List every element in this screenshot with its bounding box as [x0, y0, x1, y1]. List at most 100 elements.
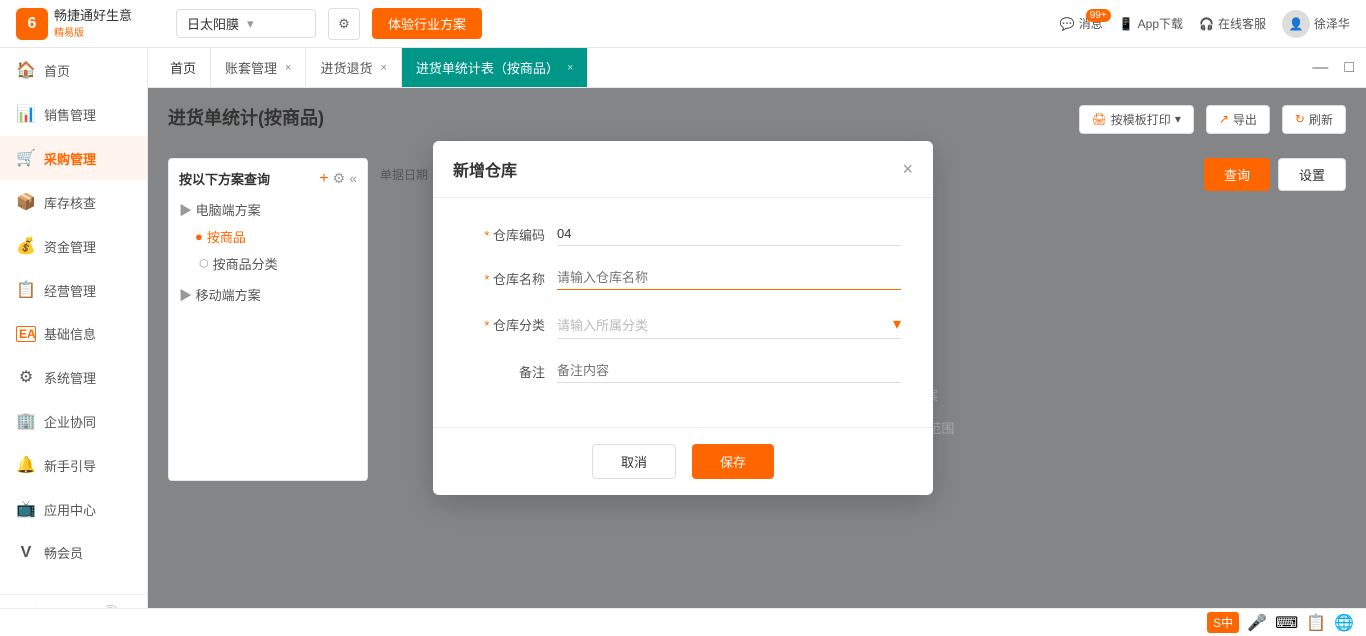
sidebar-label-finance: 资金管理 [44, 237, 96, 256]
app-download-button[interactable]: 📱 App下载 [1119, 15, 1183, 32]
sidebar-item-apps[interactable]: 📺 应用中心 [0, 487, 147, 531]
sidebar-item-basic[interactable]: EA 基础信息 [0, 312, 147, 355]
sidebar: 🏠 首页 📊 销售管理 🛒 采购管理 📦 库存核查 💰 资金管理 [0, 48, 148, 636]
bottom-mic-icon[interactable]: 🎤 [1247, 613, 1267, 633]
export-icon: ↗ [1219, 112, 1229, 126]
by-product-cat-label: 按商品分类 [213, 254, 278, 273]
solution-settings-btn[interactable]: ⚙ [333, 170, 346, 188]
store-name: 日太阳膜 [187, 14, 239, 33]
sidebar-label-sales: 销售管理 [44, 105, 96, 124]
refresh-button[interactable]: ↻ 刷新 [1282, 105, 1346, 134]
tree-child-group: ● 按商品 ⬡ 按商品分类 [179, 223, 357, 277]
user-name: 徐泽华 [1314, 15, 1350, 32]
sidebar-label-purchase: 采购管理 [44, 149, 96, 168]
cancel-button[interactable]: 取消 [592, 444, 676, 479]
tab-accounts[interactable]: 账套管理 × [211, 48, 306, 87]
sidebar-item-operation[interactable]: 📋 经营管理 [0, 268, 147, 312]
add-warehouse-modal: 新增仓库 × 仓库编码 仓库名称 仓库分类 请输入所属分类 ▾ [433, 141, 933, 495]
settings-query-button[interactable]: 设置 [1278, 158, 1346, 191]
add-solution-btn[interactable]: + [319, 170, 328, 188]
page-toolbar: 🖨 按模板打印 ▾ ↗ 导出 ↻ 刷新 [1079, 105, 1346, 134]
tab-purchase-return-close[interactable]: × [380, 62, 386, 74]
tree-mobile-arrow: ▶ [179, 288, 192, 303]
settings-button[interactable]: ⚙ [328, 8, 360, 40]
tree-pc-solutions: ▶ 电脑端方案 [179, 196, 357, 223]
sidebar-item-home[interactable]: 🏠 首页 [0, 48, 147, 92]
tab-accounts-close[interactable]: × [285, 62, 291, 74]
print-label: 按模板打印 [1111, 111, 1171, 128]
tab-minimize-btn[interactable]: — [1308, 55, 1332, 81]
bottom-keyboard-icon[interactable]: ⌨ [1275, 613, 1298, 633]
export-button[interactable]: ↗ 导出 [1206, 105, 1270, 134]
bottom-clipboard-icon[interactable]: 📋 [1306, 613, 1326, 633]
tree-by-product-cat[interactable]: ⬡ 按商品分类 [195, 250, 357, 277]
trial-button[interactable]: 体验行业方案 [372, 8, 482, 39]
sidebar-item-vip[interactable]: V 畅会员 [0, 531, 147, 574]
tab-actions: — □ [1308, 55, 1358, 81]
tab-maximize-btn[interactable]: □ [1340, 55, 1358, 81]
vip-icon: V [16, 544, 36, 562]
operation-icon: 📋 [16, 280, 36, 300]
online-service-button[interactable]: 🎧 在线客服 [1199, 15, 1266, 32]
refresh-icon: ↻ [1295, 112, 1305, 126]
modal-footer: 取消 保存 [433, 427, 933, 495]
sidebar-item-purchase[interactable]: 🛒 采购管理 [0, 136, 147, 180]
sidebar-label-operation: 经营管理 [44, 281, 96, 300]
tree-by-product[interactable]: ● 按商品 [195, 223, 357, 250]
category-select[interactable]: 请输入所属分类 ▾ [557, 310, 901, 339]
print-button[interactable]: 🖨 按模板打印 ▾ [1079, 105, 1194, 134]
tab-home[interactable]: 首页 [156, 48, 211, 87]
form-row-code: 仓库编码 [465, 222, 901, 246]
sidebar-label-apps: 应用中心 [44, 500, 96, 519]
by-product-label: 按商品 [207, 227, 246, 246]
sidebar-item-inventory[interactable]: 📦 库存核查 [0, 180, 147, 224]
bottom-globe-icon[interactable]: 🌐 [1334, 613, 1354, 633]
modal-close-btn[interactable]: × [902, 159, 913, 180]
sidebar-label-basic: 基础信息 [44, 324, 96, 343]
form-row-note: 备注 [465, 359, 901, 383]
user-menu[interactable]: 👤 徐泽华 [1282, 10, 1350, 38]
modal-title: 新增仓库 [453, 157, 517, 181]
product-cat-icon: ⬡ [199, 257, 209, 270]
tree-mobile-solutions: ▶ 移动端方案 [179, 281, 357, 308]
query-button[interactable]: 查询 [1204, 158, 1270, 191]
note-label: 备注 [465, 362, 545, 381]
sidebar-item-guide[interactable]: 🔔 新手引导 [0, 443, 147, 487]
tab-purchase-return[interactable]: 进货退货 × [306, 48, 401, 87]
tab-purchase-stats-label: 进货单统计表（按商品） [416, 58, 559, 77]
sidebar-label-home: 首页 [44, 61, 70, 80]
sidebar-item-system[interactable]: ⚙ 系统管理 [0, 355, 147, 399]
save-button[interactable]: 保存 [692, 444, 774, 479]
brand-name-line1: 畅捷通好生意 [54, 8, 132, 25]
bottom-bar: S中 🎤 ⌨ 📋 🌐 [0, 608, 1366, 636]
category-dropdown-icon: ▾ [893, 314, 901, 334]
tab-purchase-stats[interactable]: 进货单统计表（按商品） × [402, 48, 588, 87]
solution-collapse-btn[interactable]: « [349, 170, 357, 188]
finance-icon: 💰 [16, 236, 36, 256]
messages-button[interactable]: 💬 消息 99+ [1060, 15, 1103, 32]
headset-icon: 🎧 [1199, 17, 1214, 31]
note-input[interactable] [557, 359, 901, 383]
name-input[interactable] [557, 266, 901, 290]
sidebar-item-enterprise[interactable]: 🏢 企业协同 [0, 399, 147, 443]
inventory-icon: 📦 [16, 192, 36, 212]
modal-body: 仓库编码 仓库名称 仓库分类 请输入所属分类 ▾ 备注 [433, 198, 933, 427]
tree-mobile-label: 移动端方案 [196, 288, 261, 303]
app-label: App下载 [1138, 15, 1183, 32]
sidebar-label-guide: 新手引导 [44, 456, 96, 475]
tab-purchase-stats-close[interactable]: × [567, 62, 573, 74]
print-icon: 🖨 [1092, 112, 1107, 126]
code-input[interactable] [557, 222, 901, 246]
tab-bar: 首页 账套管理 × 进货退货 × 进货单统计表（按商品） × [148, 48, 1366, 88]
bottom-s-icon[interactable]: S中 [1207, 612, 1239, 633]
sidebar-label-enterprise: 企业协同 [44, 412, 96, 431]
basic-icon: EA [16, 326, 36, 342]
sidebar-item-sales[interactable]: 📊 销售管理 [0, 92, 147, 136]
sidebar-label-system: 系统管理 [44, 368, 96, 387]
name-label: 仓库名称 [465, 269, 545, 288]
sidebar-item-finance[interactable]: 💰 资金管理 [0, 224, 147, 268]
guide-icon: 🔔 [16, 455, 36, 475]
apps-icon: 📺 [16, 499, 36, 519]
store-selector[interactable]: 日太阳膜 ▾ [176, 9, 316, 38]
by-product-icon: ● [195, 229, 203, 244]
